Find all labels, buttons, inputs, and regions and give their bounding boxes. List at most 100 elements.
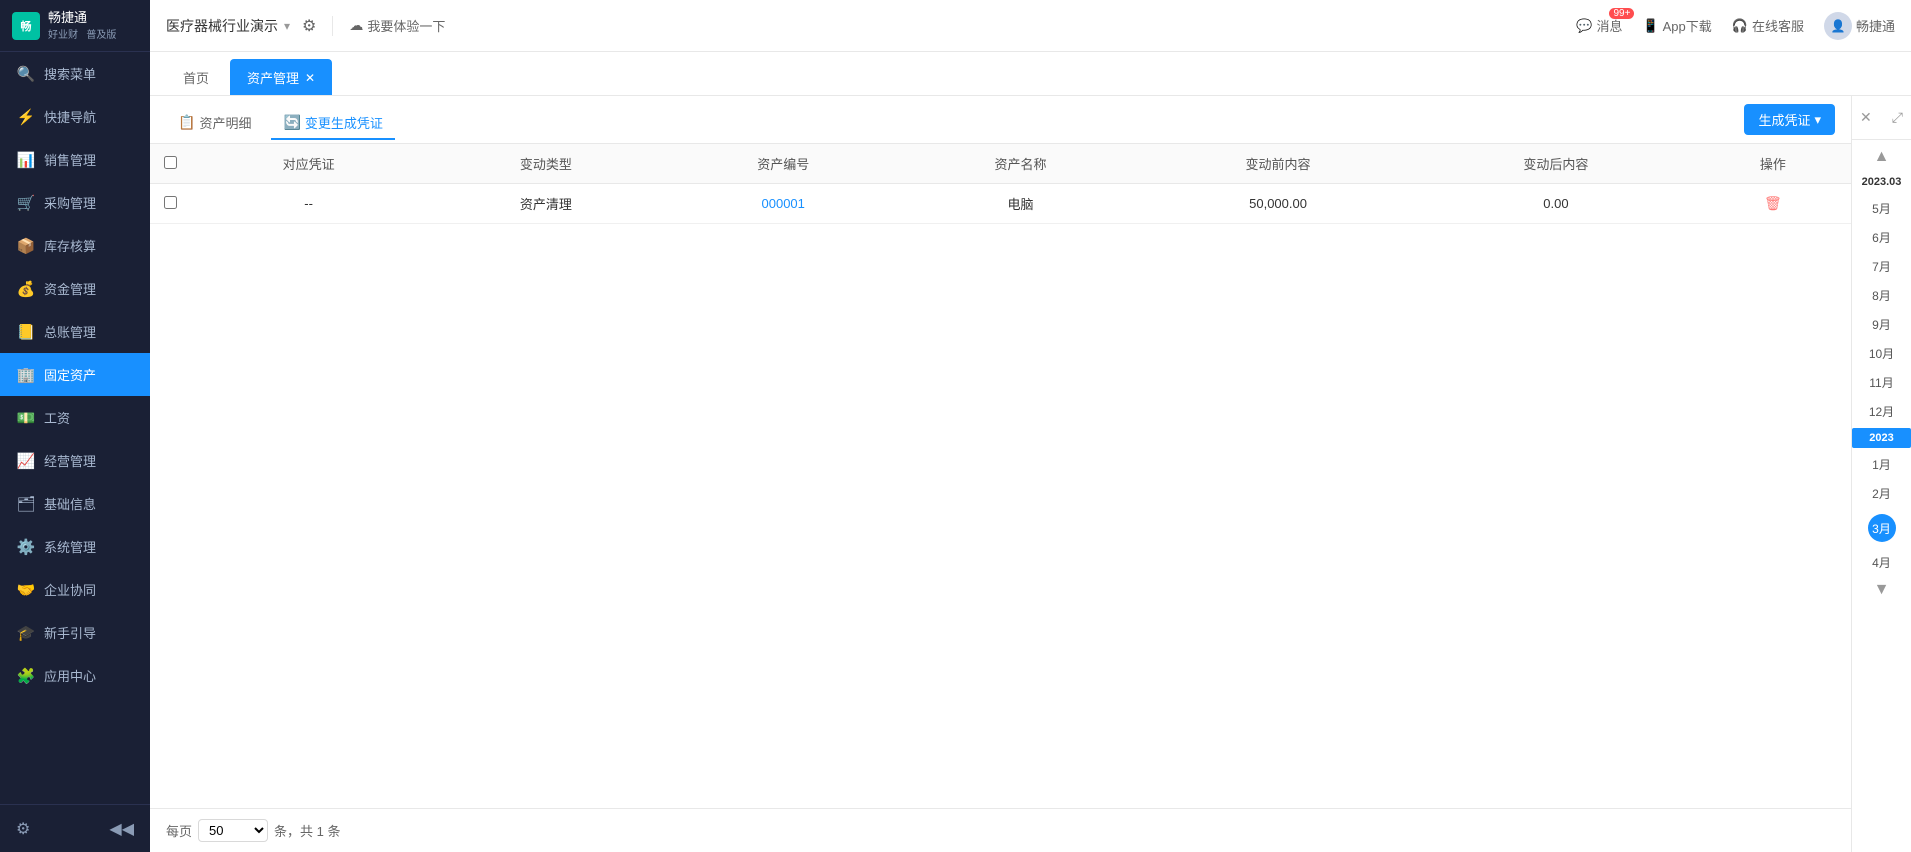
sidebar-item-总账管理[interactable]: 📒 总账管理 — [0, 310, 150, 353]
month-item[interactable]: 11月 — [1852, 368, 1911, 397]
sidebar: 畅 畅捷通 好业财 普及版 🔍 搜索菜单 ⚡ 快捷导航 📊 销售管理 🛒 采购管… — [0, 0, 150, 852]
total-info: 条，共 1 条 — [274, 821, 340, 840]
month-item[interactable]: 2月 — [1852, 479, 1911, 508]
month-item[interactable]: 5月 — [1852, 194, 1911, 223]
month-item[interactable]: 4月 — [1852, 548, 1911, 577]
table-footer: 每页 102050100 条，共 1 条 — [150, 808, 1851, 852]
month-item[interactable]: 1月 — [1852, 450, 1911, 479]
app-download-btn[interactable]: 📱 App下载 — [1642, 16, 1711, 35]
right-date-panel: ✕ ⤢ ▲2023.035月6月7月8月9月10月11月12月20231月2月3… — [1851, 96, 1911, 852]
nav-icon: 📊 — [16, 151, 36, 169]
nav-icon: 📒 — [16, 323, 36, 341]
sidebar-item-搜索菜单[interactable]: 🔍 搜索菜单 — [0, 52, 150, 95]
row-checkbox[interactable] — [164, 196, 177, 209]
sidebar-item-采购管理[interactable]: 🛒 采购管理 — [0, 181, 150, 224]
sub-tab-label: 资产明细 — [199, 113, 251, 132]
sidebar-item-新手引导[interactable]: 🎓 新手引导 — [0, 611, 150, 654]
settings-icon[interactable]: ⚙ — [16, 819, 30, 839]
select-all-checkbox[interactable] — [164, 156, 177, 169]
sidebar-item-资金管理[interactable]: 💰 资金管理 — [0, 267, 150, 310]
message-btn[interactable]: 💬 消息 99+ — [1576, 16, 1622, 35]
dropdown-arrow-icon: ▾ — [284, 19, 290, 33]
generate-btn-area: 生成凭证 ▾ — [1744, 104, 1835, 143]
nav-label: 库存核算 — [44, 236, 96, 255]
nav-icon: 💵 — [16, 409, 36, 427]
per-page-select[interactable]: 102050100 — [198, 819, 268, 842]
tab-资产管理[interactable]: 资产管理✕ — [230, 59, 332, 95]
asset-table: 对应凭证变动类型资产编号资产名称变动前内容变动后内容操作 -- 资产清理 000… — [150, 144, 1851, 224]
sidebar-item-工资[interactable]: 💵 工资 — [0, 396, 150, 439]
panel-close-icon[interactable]: ✕ — [1860, 109, 1872, 126]
year-marker[interactable]: 2023 — [1852, 428, 1911, 448]
tab-close-icon[interactable]: ✕ — [305, 71, 315, 85]
sidebar-item-销售管理[interactable]: 📊 销售管理 — [0, 138, 150, 181]
dropdown-arrow-icon: ▾ — [1814, 112, 1821, 128]
table-area: 对应凭证变动类型资产编号资产名称变动前内容变动后内容操作 -- 资产清理 000… — [150, 144, 1851, 808]
user-menu[interactable]: 👤 畅捷通 — [1824, 12, 1895, 40]
month-item[interactable]: 10月 — [1852, 339, 1911, 368]
col-变动前内容: 变动前内容 — [1139, 144, 1417, 184]
main-area: 医疗器械行业演示 ▾ ⚙ ☁ 我要体验一下 💬 消息 99+ 📱 App下载 🎧… — [150, 0, 1911, 852]
sidebar-logo: 畅 畅捷通 好业财 普及版 — [0, 0, 150, 52]
voucher-cell: -- — [190, 184, 427, 224]
sidebar-item-企业协同[interactable]: 🤝 企业协同 — [0, 568, 150, 611]
col-资产名称: 资产名称 — [902, 144, 1139, 184]
per-page-label: 每页 — [166, 821, 192, 840]
sidebar-item-经营管理[interactable]: 📈 经营管理 — [0, 439, 150, 482]
sidebar-item-库存核算[interactable]: 📦 库存核算 — [0, 224, 150, 267]
nav-label: 销售管理 — [44, 150, 96, 169]
table-header-row: 对应凭证变动类型资产编号资产名称变动前内容变动后内容操作 — [150, 144, 1851, 184]
sidebar-item-基础信息[interactable]: 🗂 基础信息 — [0, 482, 150, 525]
date-header[interactable]: 2023.03 — [1852, 170, 1911, 194]
month-item[interactable]: 6月 — [1852, 223, 1911, 252]
month-item[interactable]: 9月 — [1852, 310, 1911, 339]
nav-label: 新手引导 — [44, 623, 96, 642]
sub-tab-资产明细[interactable]: 📋 资产明细 — [166, 107, 263, 140]
col-操作: 操作 — [1695, 144, 1851, 184]
online-service-btn[interactable]: 🎧 在线客服 — [1732, 16, 1804, 35]
collapse-icon[interactable]: ◀◀ — [109, 819, 134, 839]
topbar: 医疗器械行业演示 ▾ ⚙ ☁ 我要体验一下 💬 消息 99+ 📱 App下载 🎧… — [150, 0, 1911, 52]
active-month-item[interactable]: 3月 — [1852, 508, 1911, 548]
generate-voucher-button[interactable]: 生成凭证 ▾ — [1744, 104, 1835, 135]
sidebar-nav: 🔍 搜索菜单 ⚡ 快捷导航 📊 销售管理 🛒 采购管理 📦 库存核算 💰 资金管… — [0, 52, 150, 804]
company-selector[interactable]: 医疗器械行业演示 ▾ — [166, 16, 290, 36]
nav-icon: 🗂 — [16, 495, 36, 513]
panel-expand-icon[interactable]: ⤢ — [1892, 109, 1903, 126]
panel-header: ✕ ⤢ — [1852, 96, 1911, 140]
timeline-down-arrow[interactable]: ▼ — [1870, 577, 1894, 603]
nav-icon: 📈 — [16, 452, 36, 470]
sidebar-item-系统管理[interactable]: ⚙️ 系统管理 — [0, 525, 150, 568]
nav-label: 采购管理 — [44, 193, 96, 212]
sub-tabs: 📋 资产明细 🔄 变更生成凭证 生成凭证 ▾ — [150, 96, 1851, 144]
col-变动类型: 变动类型 — [427, 144, 664, 184]
nav-icon: ⚙️ — [16, 538, 36, 556]
timeline-up-arrow[interactable]: ▲ — [1870, 144, 1894, 170]
logo-icon: 畅 — [12, 12, 40, 40]
month-item[interactable]: 7月 — [1852, 252, 1911, 281]
company-name: 医疗器械行业演示 — [166, 16, 278, 36]
sidebar-item-固定资产[interactable]: 🏢 固定资产 — [0, 353, 150, 396]
delete-icon[interactable]: 🗑 — [1764, 195, 1782, 211]
date-timeline: ▲2023.035月6月7月8月9月10月11月12月20231月2月3月4月▼ — [1852, 140, 1911, 607]
tab-首页[interactable]: 首页 — [166, 59, 226, 95]
sidebar-item-快捷导航[interactable]: ⚡ 快捷导航 — [0, 95, 150, 138]
col-变动后内容: 变动后内容 — [1417, 144, 1695, 184]
month-item[interactable]: 12月 — [1852, 397, 1911, 426]
nav-icon: 🎓 — [16, 624, 36, 642]
experience-btn[interactable]: ☁ 我要体验一下 — [349, 16, 445, 35]
nav-icon: 💰 — [16, 280, 36, 298]
month-item[interactable]: 8月 — [1852, 281, 1911, 310]
nav-label: 固定资产 — [44, 365, 96, 384]
company-settings-icon[interactable]: ⚙ — [302, 16, 316, 36]
nav-icon: 🧩 — [16, 667, 36, 685]
asset-name-cell: 电脑 — [902, 184, 1139, 224]
nav-icon: 🔍 — [16, 65, 36, 83]
sub-tab-变更生成凭证[interactable]: 🔄 变更生成凭证 — [271, 107, 394, 140]
sidebar-bottom: ⚙ ◀◀ — [0, 804, 150, 852]
sidebar-item-应用中心[interactable]: 🧩 应用中心 — [0, 654, 150, 697]
tabs-bar: 首页资产管理✕ — [150, 52, 1911, 96]
page-content: 📋 资产明细 🔄 变更生成凭证 生成凭证 ▾ — [150, 96, 1911, 852]
nav-label: 企业协同 — [44, 580, 96, 599]
app-download-icon: 📱 — [1642, 18, 1658, 34]
